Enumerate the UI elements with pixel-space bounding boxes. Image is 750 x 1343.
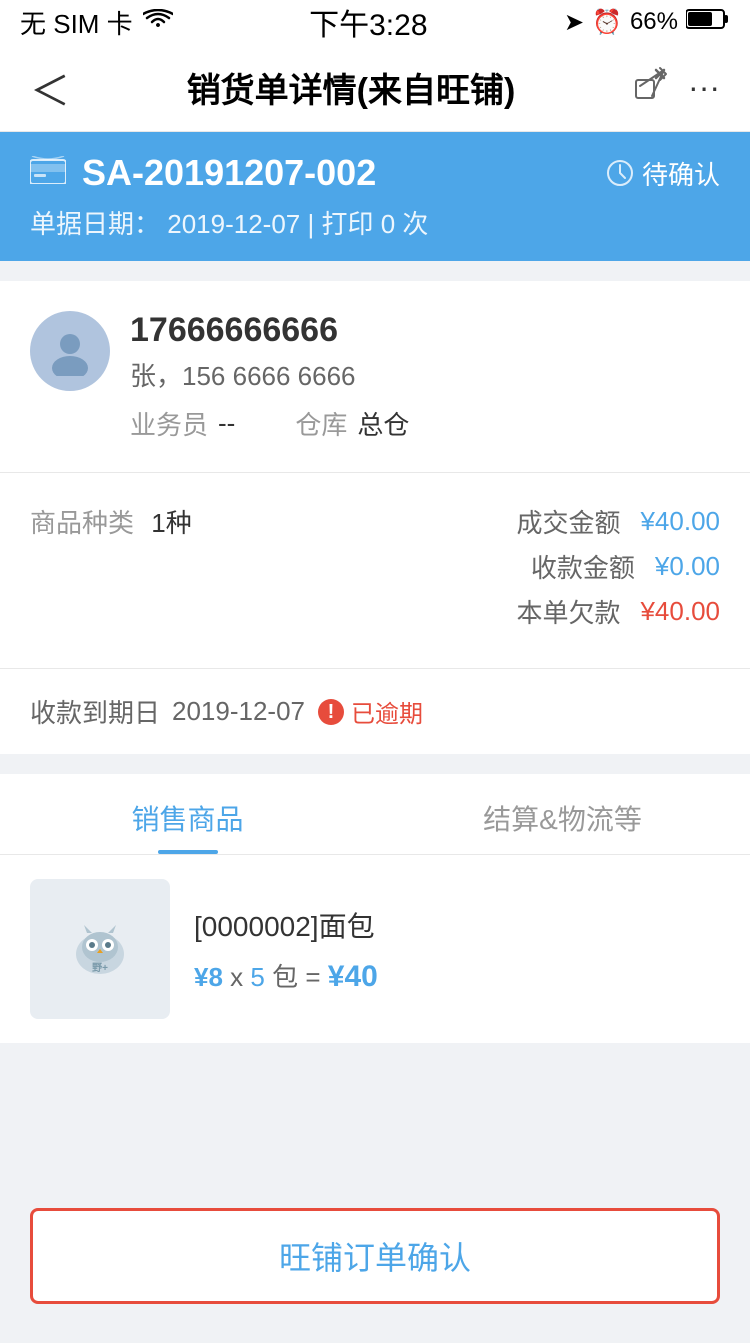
product-equals: =: [305, 962, 320, 992]
product-multiplier: x: [230, 962, 243, 992]
product-qty: 5: [250, 962, 264, 992]
summary-right: 成交金额 ¥40.00 收款金额 ¥0.00 本单欠款 ¥40.00: [516, 503, 720, 638]
order-print-label: |: [307, 209, 321, 239]
tab-settlement[interactable]: 结算&物流等: [375, 774, 750, 854]
order-date-value: 2019-12-07: [167, 209, 300, 239]
product-card: 野+ [0000002]面包 ¥8 x 5 包 = ¥40: [0, 855, 750, 1043]
tab-sales-label: 销售商品: [131, 804, 243, 835]
product-total: ¥40: [328, 960, 378, 993]
order-id: SA-20191207-002: [82, 152, 376, 194]
product-type-label: 商品种类: [30, 508, 134, 538]
amount-row: 成交金额 ¥40.00: [516, 503, 720, 540]
due-date-value: 2019-12-07: [172, 696, 305, 727]
overdue-badge: ! 已逾期: [317, 694, 423, 729]
customer-avatar: [30, 311, 110, 391]
status-bar-right: ➤ ⏰ 66%: [564, 8, 730, 37]
customer-card: 17666666666 张，156 6666 6666 业务员 -- 仓库 总仓: [0, 281, 750, 472]
order-header: SA-20191207-002 待确认 单据日期： 2019-12-07 | 打…: [0, 132, 750, 261]
amount-label: 成交金额: [516, 503, 620, 540]
customer-info: 17666666666 张，156 6666 6666 业务员 -- 仓库 总仓: [130, 311, 720, 442]
carrier-label: 无 SIM 卡: [20, 4, 133, 41]
warehouse-value: 总仓: [357, 405, 409, 442]
product-title: 面包: [319, 911, 375, 942]
due-date-label: 收款到期日: [30, 693, 160, 730]
product-price-row: ¥8 x 5 包 = ¥40: [194, 957, 720, 994]
tab-sales-products[interactable]: 销售商品: [0, 774, 375, 854]
order-date-label: 单据日期：: [30, 209, 160, 239]
received-row: 收款金额 ¥0.00: [516, 548, 720, 585]
customer-name: 张，156 6666 6666: [130, 356, 720, 393]
confirm-button-wrapper: 旺铺订单确认: [0, 1188, 750, 1334]
salesperson-value: --: [218, 408, 235, 439]
tabs-bar: 销售商品 结算&物流等: [0, 774, 750, 855]
order-status: 待确认: [606, 155, 720, 192]
received-label: 收款金额: [531, 548, 635, 585]
product-image: 野+: [30, 879, 170, 1019]
product-info: [0000002]面包 ¥8 x 5 包 = ¥40: [194, 905, 720, 994]
svg-text:!: !: [328, 701, 335, 723]
product-unit-price: ¥8: [194, 962, 223, 992]
debt-row: 本单欠款 ¥40.00: [516, 593, 720, 630]
back-button[interactable]: ＜: [30, 59, 70, 117]
nav-bar: ＜ 销货单详情(来自旺铺) ···: [0, 44, 750, 132]
order-print-unit: 次: [402, 209, 428, 239]
order-print-text: 打印: [321, 209, 373, 239]
order-status-text: 待确认: [642, 155, 720, 192]
product-qty-unit: 包: [272, 962, 298, 992]
share-button[interactable]: [632, 66, 668, 110]
battery-label: 66%: [630, 8, 678, 36]
location-icon: ➤: [564, 8, 584, 37]
product-code: [0000002]: [194, 911, 319, 942]
order-print-count: 0: [381, 209, 395, 239]
salesperson-label: 业务员: [130, 405, 208, 442]
summary-left: 商品种类 1种: [30, 503, 192, 540]
more-button[interactable]: ···: [688, 69, 720, 106]
order-id-icon: [30, 155, 66, 192]
due-date-section: 收款到期日 2019-12-07 ! 已逾期: [0, 669, 750, 754]
tab-settlement-label: 结算&物流等: [483, 804, 642, 835]
product-name: [0000002]面包: [194, 905, 720, 945]
customer-warehouse: 仓库 总仓: [295, 405, 409, 442]
customer-meta: 业务员 -- 仓库 总仓: [130, 405, 720, 442]
received-value: ¥0.00: [655, 551, 720, 582]
amount-value: ¥40.00: [640, 506, 720, 537]
status-bar: 无 SIM 卡 下午3:28 ➤ ⏰ 66%: [0, 0, 750, 44]
status-bar-time: 下午3:28: [309, 0, 427, 44]
status-bar-left: 无 SIM 卡: [20, 4, 173, 41]
alarm-icon: ⏰: [592, 8, 622, 37]
debt-label: 本单欠款: [516, 593, 620, 630]
product-type-value: 1种: [151, 508, 191, 538]
battery-icon: [686, 8, 730, 37]
customer-salesperson: 业务员 --: [130, 405, 235, 442]
svg-text:野+: 野+: [92, 962, 108, 974]
confirm-button[interactable]: 旺铺订单确认: [30, 1208, 720, 1304]
overdue-text: 已逾期: [351, 694, 423, 729]
order-date-row: 单据日期： 2019-12-07 | 打印 0 次: [30, 204, 720, 241]
warehouse-label: 仓库: [295, 405, 347, 442]
customer-phone: 17666666666: [130, 311, 720, 350]
wifi-icon: [143, 7, 173, 38]
debt-value: ¥40.00: [640, 596, 720, 627]
summary-section: 商品种类 1种 成交金额 ¥40.00 收款金额 ¥0.00 本单欠款 ¥40.…: [0, 473, 750, 668]
nav-actions: ···: [632, 66, 720, 110]
page-title: 销货单详情(来自旺铺): [187, 63, 516, 112]
